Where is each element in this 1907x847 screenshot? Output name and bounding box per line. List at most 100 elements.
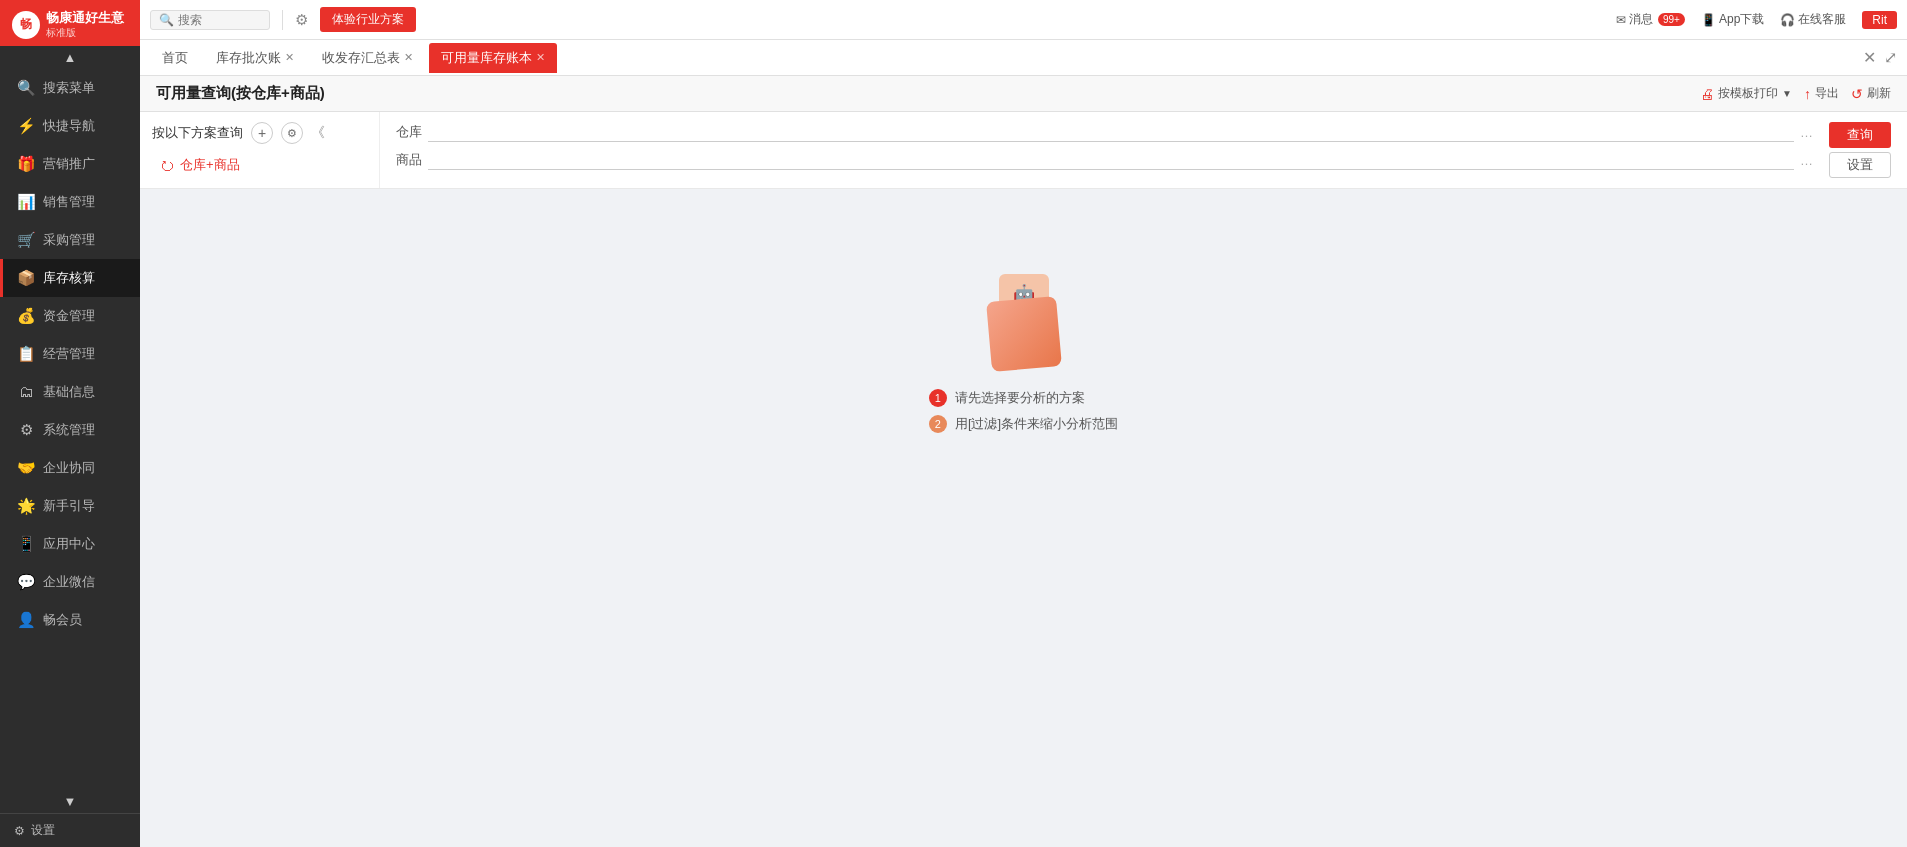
- sidebar-item-system[interactable]: ⚙ 系统管理: [0, 411, 140, 449]
- topbar-gear-icon[interactable]: ⚙: [295, 11, 308, 29]
- sidebar-item-label: 营销推广: [43, 155, 95, 173]
- tab-expand-icon[interactable]: ⤢: [1884, 48, 1897, 67]
- sidebar-bottom[interactable]: ⚙ 设置: [0, 813, 140, 847]
- sidebar-item-sales[interactable]: 📊 销售管理: [0, 183, 140, 221]
- phone-icon: 📱: [1701, 13, 1716, 27]
- sidebar-item-operations[interactable]: 📋 经营管理: [0, 335, 140, 373]
- messages-badge: 99+: [1658, 13, 1685, 26]
- step-number-1: 1: [929, 389, 947, 407]
- sidebar-item-apps[interactable]: 📱 应用中心: [0, 525, 140, 563]
- scheme-item-warehouse-product[interactable]: ⭮ 仓库+商品: [152, 152, 367, 178]
- filter-area: 仓库 … 商品 … 查询 设置: [380, 112, 1907, 188]
- topbar: 🔍 ⚙ 体验行业方案 ✉ 消息 99+ 📱 App下载 🎧 在线客服 Rit: [140, 0, 1907, 40]
- sidebar-item-wechat[interactable]: 💬 企业微信: [0, 563, 140, 601]
- scheme-list: ⭮ 仓库+商品: [152, 152, 367, 178]
- tab-batch-label: 库存批次账: [216, 49, 281, 67]
- export-icon: ↑: [1804, 86, 1811, 102]
- scroll-down-btn[interactable]: ▼: [0, 790, 140, 813]
- sidebar-item-basics[interactable]: 🗂 基础信息: [0, 373, 140, 411]
- app-logo-icon: 畅: [12, 11, 40, 39]
- sidebar-item-label: 经营管理: [43, 345, 95, 363]
- user-icon: 👤: [17, 611, 35, 629]
- empty-step-2: 2 用[过滤]条件来缩小分析范围: [929, 415, 1118, 433]
- empty-box-shape: [986, 296, 1062, 372]
- page-content: 可用量查询(按仓库+商品) 🖨 按模板打印 ▼ ↑ 导出 ↺ 刷新: [140, 76, 1907, 847]
- app-download-label: App下载: [1719, 11, 1764, 28]
- tab-summary[interactable]: 收发存汇总表 ✕: [310, 43, 425, 73]
- topbar-search-input[interactable]: [178, 13, 258, 27]
- app-download-button[interactable]: 📱 App下载: [1701, 11, 1764, 28]
- sidebar-item-label: 新手引导: [43, 497, 95, 515]
- topbar-search-icon: 🔍: [159, 13, 174, 27]
- app-info: 畅康通好生意 标准版: [46, 10, 124, 40]
- tab-batch-close-icon[interactable]: ✕: [285, 51, 294, 64]
- sidebar-item-purchase[interactable]: 🛒 采购管理: [0, 221, 140, 259]
- online-service-label: 在线客服: [1798, 11, 1846, 28]
- query-filter-container: 按以下方案查询 + ⚙ 《 ⭮ 仓库+商品 仓库: [140, 112, 1907, 189]
- empty-state: 🤖 1 请先选择要分析的方案 2 用[过滤]条件来缩小分析范围: [140, 189, 1907, 513]
- refresh-icon: ↺: [1851, 86, 1863, 102]
- star-icon: 🌟: [17, 497, 35, 515]
- page-header-actions: 🖨 按模板打印 ▼ ↑ 导出 ↺ 刷新: [1700, 85, 1891, 102]
- sidebar-header: 畅 畅康通好生意 标准版: [0, 0, 140, 46]
- sidebar-item-label: 系统管理: [43, 421, 95, 439]
- messages-label: 消息: [1629, 11, 1653, 28]
- search-icon: 🔍: [17, 79, 35, 97]
- sidebar-bottom-label: 设置: [31, 822, 55, 839]
- online-service-button[interactable]: 🎧 在线客服: [1780, 11, 1846, 28]
- sidebar-item-label: 库存核算: [43, 269, 95, 287]
- query-label: 按以下方案查询: [152, 124, 243, 142]
- export-action[interactable]: ↑ 导出: [1804, 85, 1839, 102]
- filter-inputs: 仓库 … 商品 …: [396, 122, 1813, 170]
- tab-batch[interactable]: 库存批次账 ✕: [204, 43, 306, 73]
- scheme-icon: ⭮: [160, 157, 174, 173]
- tab-home[interactable]: 首页: [150, 43, 200, 73]
- scheme-settings-button[interactable]: ⚙: [281, 122, 303, 144]
- refresh-action[interactable]: ↺ 刷新: [1851, 85, 1891, 102]
- scroll-up-btn[interactable]: ▲: [0, 46, 140, 69]
- add-scheme-button[interactable]: +: [251, 122, 273, 144]
- sidebar-item-finance[interactable]: 💰 资金管理: [0, 297, 140, 335]
- product-filter-label: 商品: [396, 151, 422, 169]
- user-avatar[interactable]: Rit: [1862, 11, 1897, 29]
- topbar-search-box[interactable]: 🔍: [150, 10, 270, 30]
- tab-close-all-icon[interactable]: ✕: [1863, 48, 1876, 67]
- chat-icon: 💬: [17, 573, 35, 591]
- sidebar-item-member[interactable]: 👤 畅会员: [0, 601, 140, 639]
- sidebar-item-shortcut[interactable]: ⚡ 快捷导航: [0, 107, 140, 145]
- folder-icon: 🗂: [17, 383, 35, 400]
- tab-available-label: 可用量库存账本: [441, 49, 532, 67]
- handshake-icon: 🤝: [17, 459, 35, 477]
- warehouse-more-button[interactable]: …: [1800, 125, 1813, 140]
- collapse-panel-button[interactable]: 《: [311, 124, 325, 142]
- tab-summary-label: 收发存汇总表: [322, 49, 400, 67]
- filter-actions: 查询 设置: [1829, 122, 1891, 178]
- empty-steps-list: 1 请先选择要分析的方案 2 用[过滤]条件来缩小分析范围: [929, 389, 1118, 433]
- step-1-text: 请先选择要分析的方案: [955, 389, 1085, 407]
- empty-step-1: 1 请先选择要分析的方案: [929, 389, 1118, 407]
- sidebar-item-enterprise[interactable]: 🤝 企业协同: [0, 449, 140, 487]
- sidebar-nav: 🔍 搜索菜单 ⚡ 快捷导航 🎁 营销推广 📊 销售管理 🛒 采购管理 📦 库存核…: [0, 69, 140, 790]
- topbar-right-area: ✉ 消息 99+ 📱 App下载 🎧 在线客服 Rit: [1616, 11, 1897, 29]
- tab-summary-close-icon[interactable]: ✕: [404, 51, 413, 64]
- main-content: 🔍 ⚙ 体验行业方案 ✉ 消息 99+ 📱 App下载 🎧 在线客服 Rit: [140, 0, 1907, 847]
- query-button[interactable]: 查询: [1829, 122, 1891, 148]
- filter-settings-button[interactable]: 设置: [1829, 152, 1891, 178]
- sidebar-item-inventory[interactable]: 📦 库存核算: [0, 259, 140, 297]
- product-more-button[interactable]: …: [1800, 153, 1813, 168]
- print-label: 按模板打印: [1718, 85, 1778, 102]
- product-filter-input[interactable]: [428, 150, 1794, 170]
- gift-icon: 🎁: [17, 155, 35, 173]
- lightning-icon: ⚡: [17, 117, 35, 135]
- sidebar-item-newbie[interactable]: 🌟 新手引导: [0, 487, 140, 525]
- messages-button[interactable]: ✉ 消息 99+: [1616, 11, 1685, 28]
- tab-available-close-icon[interactable]: ✕: [536, 51, 545, 64]
- sidebar-item-search[interactable]: 🔍 搜索菜单: [0, 69, 140, 107]
- warehouse-filter-input[interactable]: [428, 122, 1794, 142]
- sidebar-item-marketing[interactable]: 🎁 营销推广: [0, 145, 140, 183]
- query-scheme-panel: 按以下方案查询 + ⚙ 《 ⭮ 仓库+商品: [140, 112, 380, 188]
- print-action[interactable]: 🖨 按模板打印 ▼: [1700, 85, 1792, 102]
- tab-available[interactable]: 可用量库存账本 ✕: [429, 43, 557, 73]
- box-icon: 📦: [17, 269, 35, 287]
- industry-solution-button[interactable]: 体验行业方案: [320, 7, 416, 32]
